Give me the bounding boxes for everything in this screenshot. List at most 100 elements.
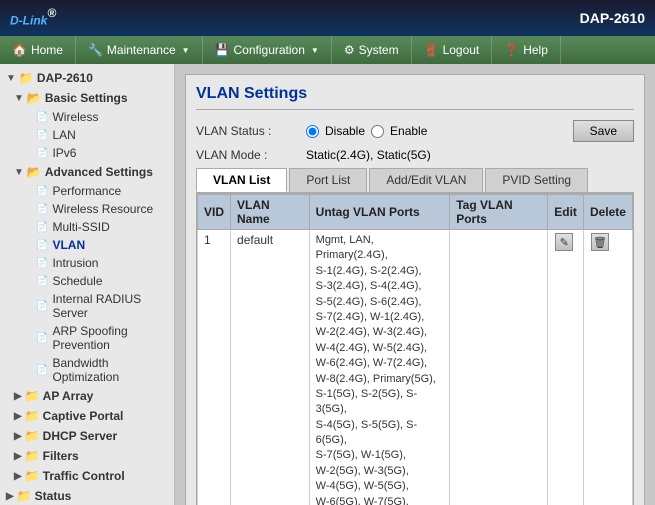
captive-portal-folder-icon: 📁 (25, 409, 40, 423)
advanced-expand-icon: ▼ (14, 167, 24, 178)
nav-configuration[interactable]: 💾 Configuration ▼ (203, 36, 332, 64)
sidebar-group-basic[interactable]: ▼ 📂 Basic Settings (8, 88, 174, 108)
sidebar-item-intrusion[interactable]: 📄 Intrusion (16, 254, 174, 272)
col-vid: VID (198, 195, 231, 230)
cell-untag-ports: Mgmt, LAN, Primary(2.4G), S-1(2.4G), S-2… (309, 230, 450, 505)
sidebar-wireless-resource-label: Wireless Resource (52, 202, 153, 216)
root-folder-icon: 📁 (19, 71, 34, 85)
basic-settings-group: ▼ 📂 Basic Settings 📄 Wireless 📄 LAN 📄 IP… (0, 88, 174, 162)
device-name: DAP-2610 (580, 10, 645, 26)
sidebar-item-schedule[interactable]: 📄 Schedule (16, 272, 174, 290)
internal-radius-icon: 📄 (36, 301, 48, 312)
basic-expand-icon: ▼ (14, 93, 24, 104)
navbar: 🏠 Home 🔧 Maintenance ▼ 💾 Configuration ▼… (0, 36, 655, 64)
nav-configuration-label: Configuration (234, 43, 305, 57)
advanced-settings-items: 📄 Performance 📄 Wireless Resource 📄 Mult… (8, 182, 174, 386)
ipv6-page-icon: 📄 (36, 148, 48, 159)
traffic-control-group: ▶ 📁 Traffic Control (0, 466, 174, 486)
content-area: VLAN Settings VLAN Status : Disable Enab… (175, 64, 655, 505)
sidebar-group-captive-portal[interactable]: ▶ 📁 Captive Portal (8, 406, 174, 426)
nav-system[interactable]: ⚙ System (332, 36, 412, 64)
sidebar-group-advanced[interactable]: ▼ 📂 Advanced Settings (8, 162, 174, 182)
cell-edit: ✎ (548, 230, 584, 505)
arp-spoofing-icon: 📄 (36, 333, 48, 344)
col-tag-ports: Tag VLAN Ports (450, 195, 548, 230)
edit-button[interactable]: ✎ (555, 233, 573, 251)
sidebar-captive-portal-label: Captive Portal (43, 409, 124, 423)
basic-folder-icon: 📂 (27, 91, 42, 105)
nav-home-label: Home (31, 43, 63, 57)
sidebar-item-arp-spoofing[interactable]: 📄 ARP Spoofing Prevention (16, 322, 174, 354)
sidebar-lan-label: LAN (52, 128, 75, 142)
sidebar-ipv6-label: IPv6 (52, 146, 76, 160)
vlan-status-disable-radio[interactable] (306, 125, 319, 138)
sidebar-group-status[interactable]: ▶ 📁 Status (0, 486, 174, 505)
sidebar-group-filters[interactable]: ▶ 📁 Filters (8, 446, 174, 466)
system-icon: ⚙ (344, 43, 355, 57)
sidebar-root[interactable]: ▼ 📁 DAP-2610 (0, 68, 174, 88)
sidebar-item-vlan[interactable]: 📄 VLAN (16, 236, 174, 254)
sidebar: ▼ 📁 DAP-2610 ▼ 📂 Basic Settings 📄 Wirele… (0, 64, 175, 505)
col-delete: Delete (583, 195, 632, 230)
sidebar-item-internal-radius[interactable]: 📄 Internal RADIUS Server (16, 290, 174, 322)
sidebar-status-label: Status (35, 489, 72, 503)
nav-maintenance[interactable]: 🔧 Maintenance ▼ (76, 36, 203, 64)
sidebar-item-wireless[interactable]: 📄 Wireless (16, 108, 174, 126)
configuration-icon: 💾 (215, 43, 230, 57)
nav-help[interactable]: ❓ Help (492, 36, 561, 64)
advanced-settings-group: ▼ 📂 Advanced Settings 📄 Performance 📄 Wi… (0, 162, 174, 386)
nav-logout[interactable]: 🚪 Logout (412, 36, 493, 64)
tab-vlan-list[interactable]: VLAN List (196, 168, 287, 192)
vlan-status-label: VLAN Status : (196, 124, 296, 138)
sidebar-dhcp-label: DHCP Server (43, 429, 117, 443)
wireless-page-icon: 📄 (36, 112, 48, 123)
status-folder-icon: 📁 (17, 489, 32, 503)
sidebar-group-dhcp[interactable]: ▶ 📁 DHCP Server (8, 426, 174, 446)
sidebar-group-traffic[interactable]: ▶ 📁 Traffic Control (8, 466, 174, 486)
vlan-status-disable-label: Disable (325, 124, 365, 138)
vlan-table-container: VID VLAN Name Untag VLAN Ports Tag VLAN … (196, 193, 634, 505)
home-icon: 🏠 (12, 43, 27, 57)
col-vlan-name: VLAN Name (231, 195, 310, 230)
vlan-status-enable-radio[interactable] (371, 125, 384, 138)
maintenance-icon: 🔧 (88, 43, 103, 57)
tab-pvid-setting[interactable]: PVID Setting (485, 168, 588, 192)
configuration-arrow: ▼ (311, 46, 319, 55)
save-button[interactable]: Save (573, 120, 634, 142)
maintenance-arrow: ▼ (182, 46, 190, 55)
vlan-tabs: VLAN List Port List Add/Edit VLAN PVID S… (196, 168, 634, 193)
cell-delete: 🗑 (583, 230, 632, 505)
traffic-folder-icon: 📁 (25, 469, 40, 483)
sidebar-item-performance[interactable]: 📄 Performance (16, 182, 174, 200)
sidebar-arp-spoofing-label: ARP Spoofing Prevention (52, 324, 174, 352)
sidebar-schedule-label: Schedule (52, 274, 102, 288)
sidebar-item-lan[interactable]: 📄 LAN (16, 126, 174, 144)
delete-button[interactable]: 🗑 (591, 233, 609, 251)
ap-array-expand-icon: ▶ (14, 391, 22, 402)
sidebar-group-ap-array[interactable]: ▶ 📁 AP Array (8, 386, 174, 406)
nav-maintenance-label: Maintenance (107, 43, 176, 57)
vlan-status-enable-label: Enable (390, 124, 427, 138)
sidebar-item-multi-ssid[interactable]: 📄 Multi-SSID (16, 218, 174, 236)
header: D-Link® DAP-2610 (0, 0, 655, 36)
ap-array-folder-icon: 📁 (25, 389, 40, 403)
dhcp-folder-icon: 📁 (25, 429, 40, 443)
sidebar-item-wireless-resource[interactable]: 📄 Wireless Resource (16, 200, 174, 218)
sidebar-item-ipv6[interactable]: 📄 IPv6 (16, 144, 174, 162)
sidebar-root-label: DAP-2610 (37, 71, 93, 85)
nav-help-label: Help (523, 43, 548, 57)
vlan-mode-row: VLAN Mode : Static(2.4G), Static(5G) (196, 148, 634, 162)
tab-port-list[interactable]: Port List (289, 168, 367, 192)
sidebar-group-basic-label: Basic Settings (45, 91, 128, 105)
tab-add-edit-vlan[interactable]: Add/Edit VLAN (369, 168, 483, 192)
col-edit: Edit (548, 195, 584, 230)
page-title: VLAN Settings (196, 85, 634, 110)
sidebar-traffic-label: Traffic Control (43, 469, 125, 483)
logo-text: D-Link (10, 13, 47, 27)
traffic-expand-icon: ▶ (14, 471, 22, 482)
col-untag-ports: Untag VLAN Ports (309, 195, 450, 230)
table-row: 1 default Mgmt, LAN, Primary(2.4G), S-1(… (198, 230, 633, 505)
nav-home[interactable]: 🏠 Home (0, 36, 76, 64)
vlan-table: VID VLAN Name Untag VLAN Ports Tag VLAN … (197, 194, 633, 505)
sidebar-item-bandwidth[interactable]: 📄 Bandwidth Optimization (16, 354, 174, 386)
